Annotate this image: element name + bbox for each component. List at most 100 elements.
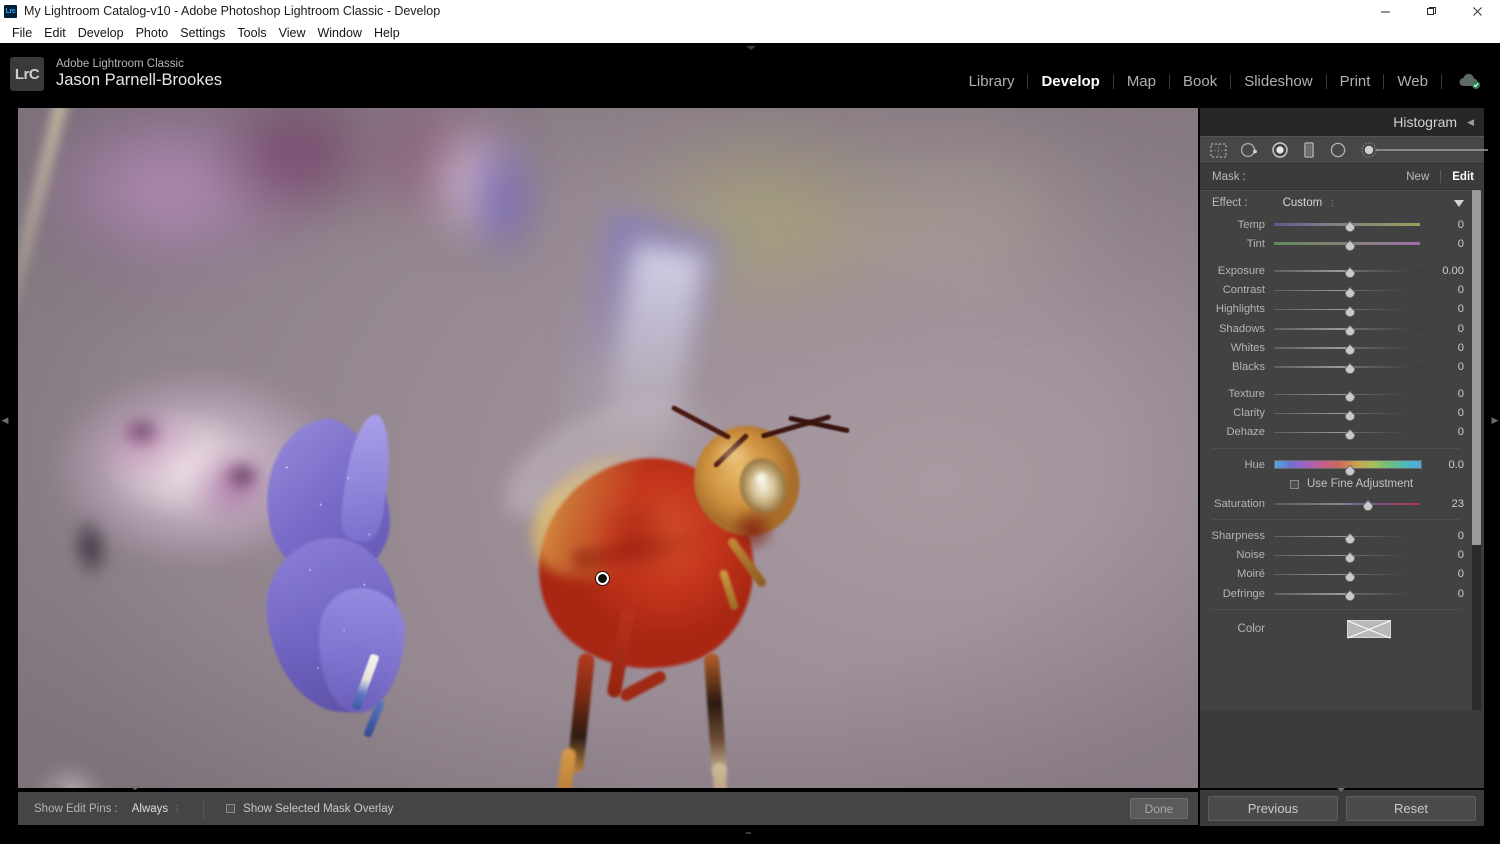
module-web[interactable]: Web bbox=[1384, 73, 1441, 90]
slider-blacks[interactable]: Blacks 0 bbox=[1200, 357, 1472, 376]
slider-track[interactable] bbox=[1274, 527, 1426, 546]
slider-dehaze[interactable]: Dehaze 0 bbox=[1200, 423, 1472, 442]
checkbox-icon[interactable] bbox=[226, 804, 236, 813]
done-button[interactable]: Done bbox=[1130, 798, 1188, 819]
brush-size-slider-icon[interactable] bbox=[1360, 142, 1490, 158]
effect-preset-dropdown[interactable]: Custom bbox=[1283, 197, 1323, 209]
radial-gradient-icon[interactable] bbox=[1240, 142, 1258, 158]
slider-tint[interactable]: Tint 0 bbox=[1200, 234, 1472, 253]
slider-track[interactable] bbox=[1274, 455, 1426, 477]
slider-track[interactable] bbox=[1274, 281, 1426, 300]
slider-knob[interactable] bbox=[1344, 323, 1356, 337]
slider-defringe[interactable]: Defringe 0 bbox=[1200, 584, 1472, 603]
top-collapse-caret[interactable] bbox=[746, 46, 756, 50]
slider-knob[interactable] bbox=[1344, 389, 1356, 402]
show-mask-overlay-toggle[interactable]: Show Selected Mask Overlay bbox=[226, 803, 393, 815]
linear-gradient-icon[interactable] bbox=[1302, 142, 1316, 158]
slider-knob[interactable] bbox=[1344, 238, 1356, 252]
brush-panel-collapse-caret[interactable] bbox=[130, 786, 140, 790]
menu-item-view[interactable]: View bbox=[273, 24, 312, 42]
minimize-icon[interactable] bbox=[1362, 0, 1408, 22]
slider-track[interactable] bbox=[1274, 234, 1426, 253]
new-mask-button[interactable]: New bbox=[1406, 171, 1429, 183]
slider-knob[interactable] bbox=[1344, 408, 1356, 421]
slider-temp[interactable]: Temp 0 bbox=[1200, 215, 1472, 234]
slider-value[interactable]: 23 bbox=[1426, 498, 1464, 510]
menu-item-help[interactable]: Help bbox=[368, 24, 406, 42]
menu-item-file[interactable]: File bbox=[6, 24, 38, 42]
slider-value[interactable]: 0 bbox=[1426, 388, 1464, 400]
menu-item-settings[interactable]: Settings bbox=[174, 24, 231, 42]
slider-whites[interactable]: Whites 0 bbox=[1200, 338, 1472, 357]
slider-knob[interactable] bbox=[1344, 427, 1356, 440]
slider-value[interactable]: 0.0 bbox=[1426, 459, 1464, 471]
module-book[interactable]: Book bbox=[1170, 73, 1230, 90]
slider-track[interactable] bbox=[1274, 319, 1426, 338]
slider-sharpness[interactable]: Sharpness 0 bbox=[1200, 526, 1472, 545]
slider-value[interactable]: 0 bbox=[1426, 284, 1464, 296]
slider-track[interactable] bbox=[1274, 565, 1426, 584]
slider-knob[interactable] bbox=[1344, 463, 1356, 477]
filmstrip-collapse-handle[interactable] bbox=[746, 832, 751, 834]
slider-track[interactable] bbox=[1274, 215, 1426, 234]
slider-knob[interactable] bbox=[1344, 342, 1356, 356]
slider-saturation[interactable]: Saturation 23 bbox=[1200, 494, 1472, 513]
slider-value[interactable]: 0 bbox=[1426, 238, 1464, 250]
menu-item-develop[interactable]: Develop bbox=[72, 24, 130, 42]
menu-item-edit[interactable]: Edit bbox=[38, 24, 72, 42]
module-print[interactable]: Print bbox=[1327, 73, 1384, 90]
select-subject-icon[interactable] bbox=[1210, 142, 1227, 158]
slider-value[interactable]: 0 bbox=[1426, 549, 1464, 561]
slider-noise[interactable]: Noise 0 bbox=[1200, 546, 1472, 565]
slider-track[interactable] bbox=[1274, 261, 1426, 280]
slider-value[interactable]: 0 bbox=[1426, 219, 1464, 231]
slider-value[interactable]: 0 bbox=[1426, 426, 1464, 438]
menu-item-photo[interactable]: Photo bbox=[130, 24, 175, 42]
effect-disclosure-triangle-icon[interactable] bbox=[1454, 199, 1464, 207]
slider-knob[interactable] bbox=[1344, 304, 1356, 317]
scrollbar-thumb[interactable] bbox=[1472, 190, 1481, 545]
slider-value[interactable]: 0 bbox=[1426, 407, 1464, 419]
slider-value[interactable]: 0 bbox=[1426, 303, 1464, 315]
color-swatch-button[interactable] bbox=[1347, 620, 1391, 639]
slider-value[interactable]: 0 bbox=[1426, 323, 1464, 335]
maximize-icon[interactable] bbox=[1408, 0, 1454, 22]
slider-shadows[interactable]: Shadows 0 bbox=[1200, 319, 1472, 338]
mask-edit-pin[interactable] bbox=[596, 572, 609, 585]
slider-track[interactable] bbox=[1274, 546, 1426, 565]
chevron-down-icon[interactable]: ⋮ bbox=[1328, 199, 1336, 208]
chevron-down-icon[interactable]: ⋮ bbox=[173, 804, 181, 813]
slider-value[interactable]: 0.00 bbox=[1426, 265, 1464, 277]
histogram-header[interactable]: Histogram ◀ bbox=[1200, 108, 1484, 136]
slider-texture[interactable]: Texture 0 bbox=[1200, 385, 1472, 404]
module-slideshow[interactable]: Slideshow bbox=[1231, 73, 1325, 90]
slider-clarity[interactable]: Clarity 0 bbox=[1200, 404, 1472, 423]
slider-knob[interactable] bbox=[1344, 569, 1356, 582]
module-library[interactable]: Library bbox=[956, 73, 1028, 90]
slider-value[interactable]: 0 bbox=[1426, 530, 1464, 542]
slider-value[interactable]: 0 bbox=[1426, 568, 1464, 580]
module-map[interactable]: Map bbox=[1114, 73, 1169, 90]
footer-collapse-caret[interactable] bbox=[1337, 788, 1345, 792]
slider-value[interactable]: 0 bbox=[1426, 588, 1464, 600]
slider-highlights[interactable]: Highlights 0 bbox=[1200, 300, 1472, 319]
slider-track[interactable] bbox=[1274, 494, 1426, 513]
slider-exposure[interactable]: Exposure 0.00 bbox=[1200, 261, 1472, 280]
slider-track[interactable] bbox=[1274, 357, 1426, 376]
slider-knob[interactable] bbox=[1344, 361, 1356, 375]
brush-icon[interactable] bbox=[1271, 142, 1289, 158]
slider-hue[interactable]: Hue 0.0 bbox=[1200, 455, 1472, 477]
slider-contrast[interactable]: Contrast 0 bbox=[1200, 281, 1472, 300]
slider-value[interactable]: 0 bbox=[1426, 361, 1464, 373]
slider-knob[interactable] bbox=[1344, 588, 1356, 602]
identity-plate[interactable]: LrC Adobe Lightroom Classic Jason Parnel… bbox=[10, 57, 222, 91]
slider-knob[interactable] bbox=[1344, 285, 1356, 298]
right-panel-scrollbar[interactable] bbox=[1472, 190, 1481, 710]
slider-value[interactable]: 0 bbox=[1426, 342, 1464, 354]
slider-track[interactable] bbox=[1274, 385, 1426, 404]
right-panel-expand-arrow[interactable]: ▶ bbox=[1490, 160, 1500, 680]
module-develop[interactable]: Develop bbox=[1028, 73, 1112, 90]
close-icon[interactable] bbox=[1454, 0, 1500, 22]
checkbox-icon[interactable] bbox=[1290, 479, 1299, 489]
slider-knob[interactable] bbox=[1344, 550, 1356, 563]
